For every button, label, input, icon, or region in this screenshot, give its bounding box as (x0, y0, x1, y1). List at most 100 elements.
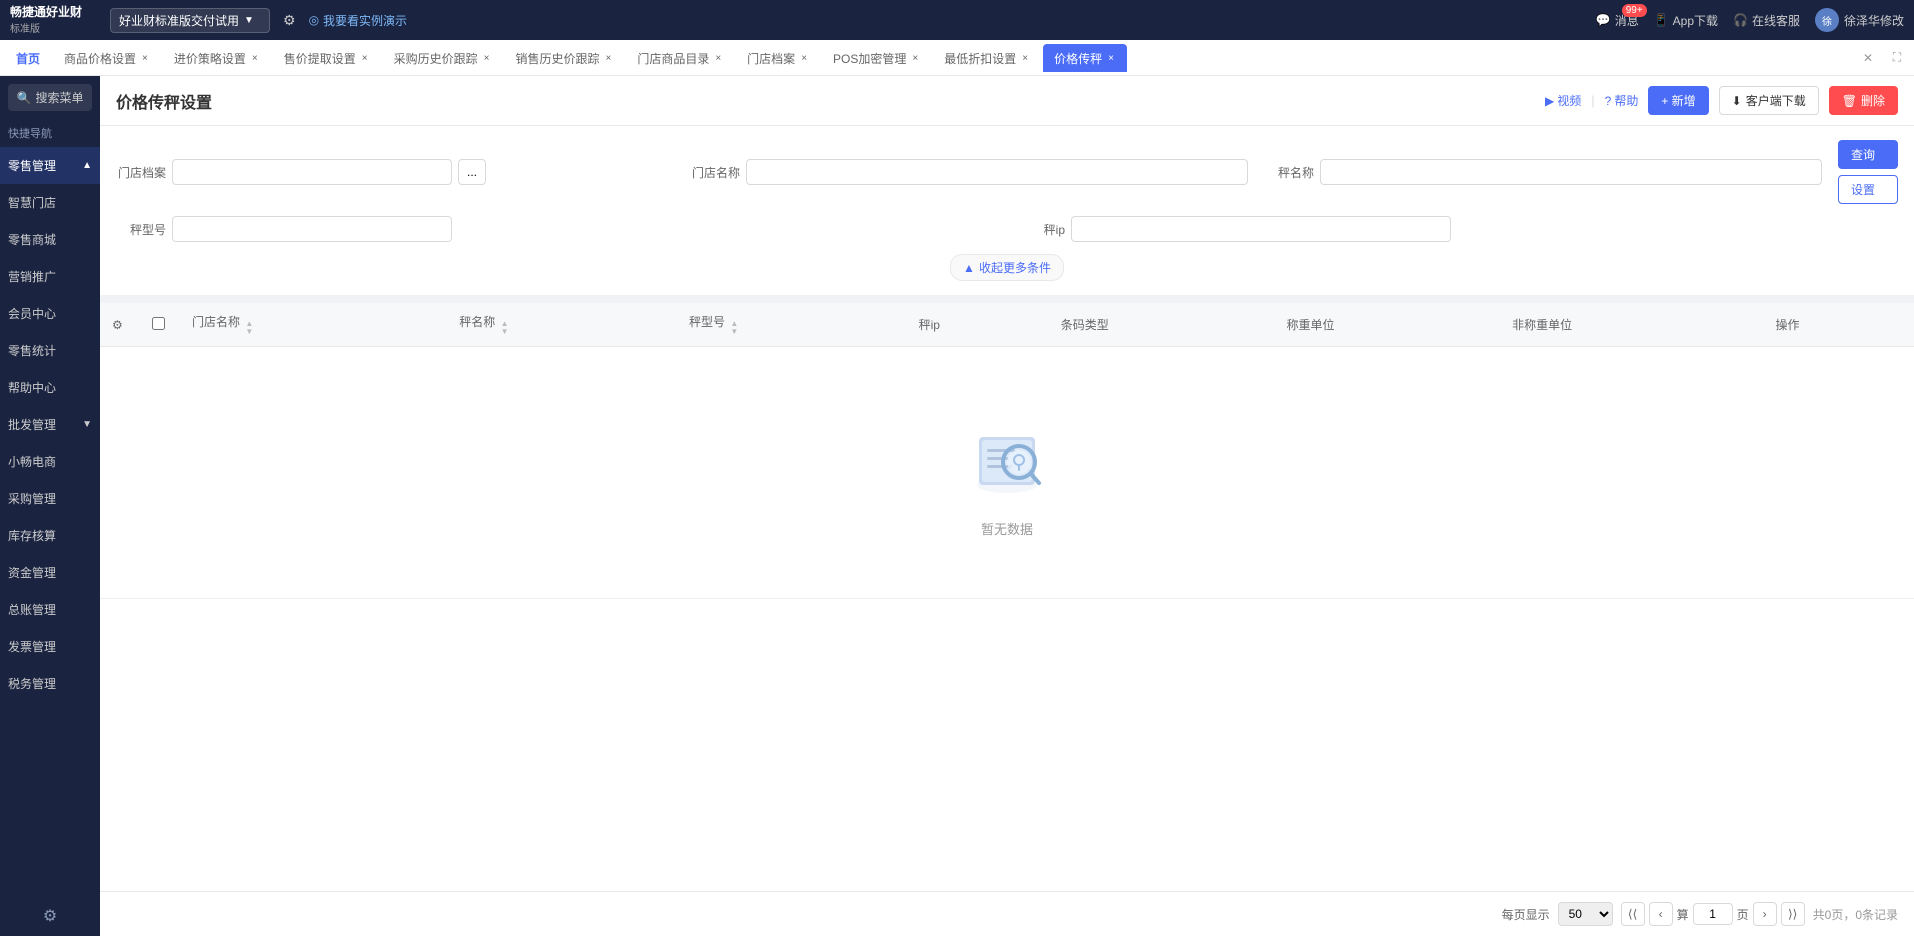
app-subtitle: 标准版 (10, 20, 40, 35)
close-icon[interactable]: × (360, 53, 370, 64)
scale-ip-input[interactable] (1071, 216, 1451, 242)
tab-purchase-strategy[interactable]: 进价策略设置 × (163, 44, 271, 72)
play-icon: ▶ (1545, 94, 1554, 108)
tab-sales-history-label: 销售历史价跟踪 (515, 50, 599, 67)
store-archive-field: 门店档案 ... (116, 159, 674, 185)
tab-home[interactable]: 首页 (5, 44, 51, 72)
sidebar-item-inventory[interactable]: 库存核算 (0, 517, 100, 554)
close-icon[interactable]: × (1106, 53, 1116, 64)
store-archive-input[interactable] (172, 159, 452, 185)
tab-pos-encrypt[interactable]: POS加密管理 × (822, 44, 931, 72)
ellipsis-icon: ... (467, 165, 477, 179)
demo-label: 我要看实例演示 (323, 12, 407, 29)
app-title: 畅捷通好业财 (10, 5, 82, 19)
sidebar-item-retail-stats-label: 零售统计 (8, 342, 56, 359)
sidebar-item-retail-stats[interactable]: 零售统计 (0, 332, 100, 369)
sidebar-item-invoice[interactable]: 发票管理 (0, 628, 100, 665)
scale-model-input[interactable] (172, 216, 452, 242)
th-checkbox (140, 303, 180, 347)
messages-badge: 99+ (1622, 4, 1647, 17)
th-settings: ⚙ (100, 303, 140, 347)
sidebar-item-smart-store-label: 智慧门店 (8, 194, 56, 211)
help-link[interactable]: ? 帮助 (1605, 92, 1639, 109)
store-name-input[interactable] (746, 159, 1248, 185)
scale-ip-field: 秤ip (1015, 216, 1898, 242)
per-page-select[interactable]: 10 20 50 100 (1558, 902, 1613, 926)
sidebar-item-ledger[interactable]: 总账管理 (0, 591, 100, 628)
select-all-checkbox[interactable] (152, 317, 165, 330)
sidebar-item-wholesale-label: 批发管理 (8, 416, 56, 433)
content-area: 价格传秤设置 ▶ 视频 | ? 帮助 + 新增 ⬇ 客户端下载 🗑 (100, 76, 1914, 936)
settings-button[interactable]: 设置 (1838, 175, 1898, 204)
sidebar-item-finance[interactable]: 资金管理 (0, 554, 100, 591)
user-initials: 徐 (1822, 13, 1832, 28)
sidebar-item-tax[interactable]: 税务管理 (0, 665, 100, 702)
user-info[interactable]: 徐 徐泽华修改 (1815, 8, 1904, 32)
sidebar-item-ecommerce[interactable]: 小畅电商 (0, 443, 100, 480)
demo-link[interactable]: ◎ 我要看实例演示 (309, 12, 408, 29)
app-download-btn[interactable]: 📱 App下载 (1654, 12, 1718, 29)
messages-btn[interactable]: 💬 消息 99+ (1596, 12, 1639, 29)
user-name: 徐泽华修改 (1844, 12, 1904, 29)
sidebar-item-retail-mgmt-label: 零售管理 (8, 157, 56, 174)
last-page-btn[interactable]: ⟩⟩ (1781, 902, 1805, 926)
sidebar-item-retail-mall[interactable]: 零售商城 (0, 221, 100, 258)
close-window-btn[interactable]: ✕ (1856, 46, 1880, 70)
tab-goods-price[interactable]: 商品价格设置 × (53, 44, 161, 72)
close-icon[interactable]: × (482, 53, 492, 64)
sidebar-item-purchase[interactable]: 采购管理 (0, 480, 100, 517)
sidebar-item-retail-mgmt[interactable]: 零售管理 ▲ (0, 147, 100, 184)
close-icon[interactable]: × (910, 53, 920, 64)
sidebar-item-marketing-label: 营销推广 (8, 268, 56, 285)
tab-store-catalog[interactable]: 门店商品目录 × (626, 44, 734, 72)
tab-store-profile-label: 门店档案 (747, 50, 795, 67)
close-icon[interactable]: × (799, 53, 809, 64)
settings-icon[interactable]: ⚙ (43, 906, 57, 926)
gear-icon[interactable]: ⚙ (112, 318, 123, 332)
prev-page-btn[interactable]: ‹ (1649, 902, 1673, 926)
first-page-btn[interactable]: ⟨⟨ (1621, 902, 1645, 926)
tab-sales-history[interactable]: 销售历史价跟踪 × (504, 44, 624, 72)
sidebar-item-smart-store[interactable]: 智慧门店 (0, 184, 100, 221)
page-number-input[interactable] (1693, 903, 1733, 925)
tab-purchase-history[interactable]: 采购历史价跟踪 × (383, 44, 503, 72)
scale-model-field: 秤型号 (116, 216, 999, 242)
sidebar-item-wholesale[interactable]: 批发管理 ▼ (0, 406, 100, 443)
close-icon[interactable]: × (713, 53, 723, 64)
close-icon[interactable]: × (140, 53, 150, 64)
version-settings-icon[interactable]: ⚙ (280, 9, 299, 32)
tab-price-scale[interactable]: 价格传秤 × (1043, 44, 1127, 72)
close-icon[interactable]: × (250, 53, 260, 64)
close-icon[interactable]: × (1020, 53, 1030, 64)
store-archive-select-btn[interactable]: ... (458, 159, 486, 185)
add-button[interactable]: + 新增 (1648, 86, 1708, 115)
mobile-icon: 📱 (1654, 13, 1669, 27)
scale-ip-label: 秤ip (1015, 221, 1065, 238)
search-menu-btn[interactable]: 🔍 搜索菜单 (8, 84, 92, 111)
question-icon: ? (1605, 94, 1612, 108)
tab-store-profile[interactable]: 门店档案 × (736, 44, 820, 72)
maximize-window-btn[interactable]: ⛶ (1885, 46, 1909, 70)
tab-min-discount[interactable]: 最低折扣设置 × (933, 44, 1041, 72)
version-selector[interactable]: 好业财标准版交付试用 ▼ (110, 8, 270, 33)
page-title: 价格传秤设置 (116, 89, 212, 113)
video-label: 视频 (1557, 92, 1581, 109)
sidebar-item-member[interactable]: 会员中心 (0, 295, 100, 332)
online-service-btn[interactable]: 🎧 在线客服 (1733, 12, 1800, 29)
download-client-button[interactable]: ⬇ 客户端下载 (1719, 86, 1819, 115)
query-button[interactable]: 查询 (1838, 140, 1898, 169)
scale-model-label: 秤型号 (116, 221, 166, 238)
sidebar-item-marketing[interactable]: 营销推广 (0, 258, 100, 295)
video-link[interactable]: ▶ 视频 (1545, 92, 1581, 109)
tab-sale-extract[interactable]: 售价提取设置 × (273, 44, 381, 72)
next-page-btn[interactable]: › (1753, 902, 1777, 926)
sort-arrows: ▲▼ (245, 320, 253, 336)
avatar: 徐 (1815, 8, 1839, 32)
collapse-btn[interactable]: ▲ 收起更多条件 (950, 254, 1064, 281)
sidebar-item-help[interactable]: 帮助中心 (0, 369, 100, 406)
scale-name-input[interactable] (1320, 159, 1822, 185)
delete-button[interactable]: 🗑 删除 (1829, 86, 1898, 115)
th-store-name: 门店名称 ▲▼ (180, 303, 447, 347)
th-scale-model: 秤型号 ▲▼ (677, 303, 907, 347)
close-icon[interactable]: × (603, 53, 613, 64)
